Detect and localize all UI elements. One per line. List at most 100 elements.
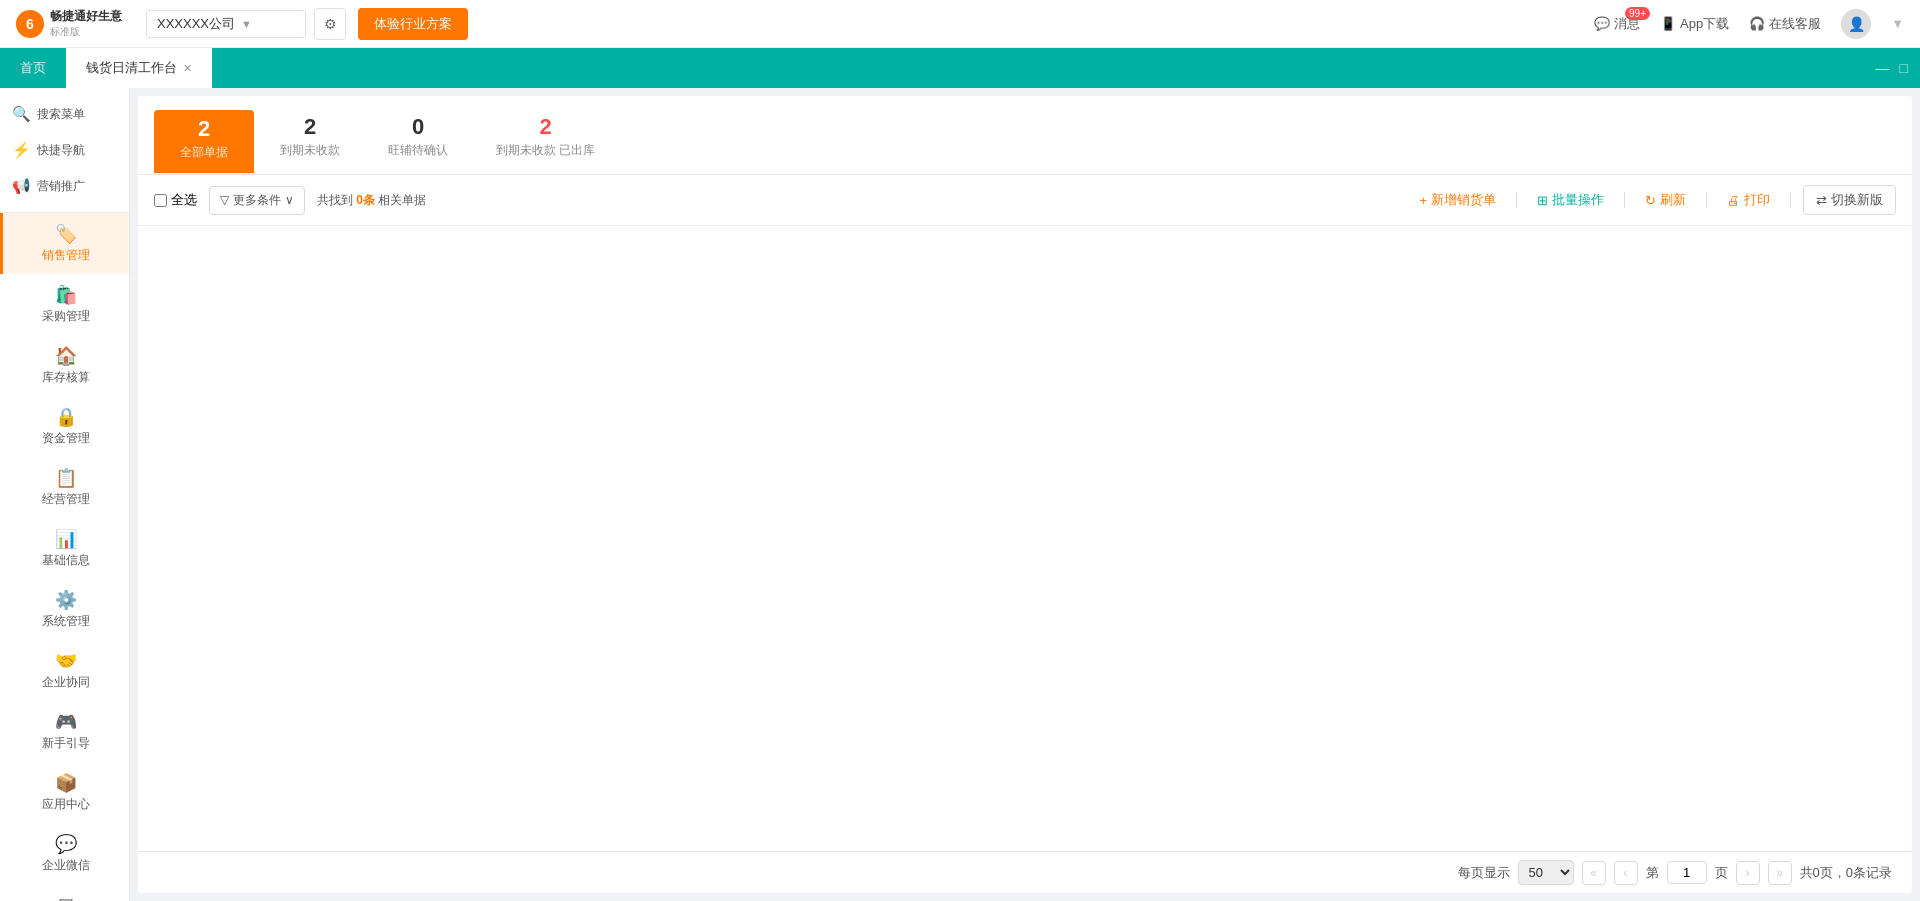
nav-tabs-bar: 首页 钱货日清工作台 ✕ — □ xyxy=(0,48,1920,88)
first-page-button[interactable]: « xyxy=(1582,861,1606,885)
switch-version-button[interactable]: ⇄ 切换新版 xyxy=(1803,185,1896,215)
app-center-icon: 📦 xyxy=(55,774,77,792)
tab-work[interactable]: 钱货日清工作台 ✕ xyxy=(66,48,212,88)
refresh-button[interactable]: ↻ 刷新 xyxy=(1637,187,1694,213)
stat-tab-all[interactable]: 2 全部单据 xyxy=(154,110,254,173)
service-icon: 🎧 xyxy=(1749,16,1765,31)
sidebar-sales-label: 销售管理 xyxy=(42,247,90,264)
last-page-button[interactable]: » xyxy=(1768,861,1792,885)
filter-arrow-icon: ∨ xyxy=(285,193,294,207)
sidebar-enterprise-label: 企业协同 xyxy=(42,674,90,691)
chevron-down-icon: ▼ xyxy=(1891,16,1904,31)
app-download-icon: 📱 xyxy=(1660,16,1676,31)
quick-nav-icon: ⚡ xyxy=(12,141,31,159)
operation-icon: 📋 xyxy=(55,469,77,487)
sidebar-search[interactable]: 🔍 搜索菜单 xyxy=(0,96,129,132)
basic-icon: 📊 xyxy=(55,530,77,548)
logo-area: 6 畅捷通好生意 标准版 xyxy=(16,8,146,39)
guide-icon: 🎮 xyxy=(55,713,77,731)
sidebar-item-basic[interactable]: 📊 基础信息 xyxy=(0,518,129,579)
prev-page-button[interactable]: ‹ xyxy=(1614,861,1638,885)
sidebar-item-sales[interactable]: 🏷️ 销售管理 xyxy=(0,213,129,274)
sidebar-operation-label: 经营管理 xyxy=(42,491,90,508)
stat-overdue-label: 到期未收款 xyxy=(280,142,340,159)
divider-3 xyxy=(1706,192,1707,208)
sidebar-item-finance[interactable]: 🔒 资金管理 xyxy=(0,396,129,457)
stat-pending-label: 旺辅待确认 xyxy=(388,142,448,159)
settings-button[interactable]: ⚙ xyxy=(314,8,346,40)
filter-icon: ▽ xyxy=(220,193,229,207)
sidebar-inventory-label: 库存核算 xyxy=(42,369,90,386)
stat-pending-num: 0 xyxy=(412,116,424,138)
content-wrapper: 2 全部单据 2 到期未收款 0 旺辅待确认 2 到期未收款 已出库 xyxy=(138,96,1912,893)
stat-tab-overdue[interactable]: 2 到期未收款 xyxy=(256,108,364,174)
print-icon: 🖨 xyxy=(1727,193,1740,208)
marketing-icon: 📢 xyxy=(12,177,31,195)
logo-icon: 6 xyxy=(16,10,44,38)
company-dropdown-arrow: ▼ xyxy=(241,18,252,30)
minimize-icon[interactable]: — xyxy=(1876,60,1890,76)
add-order-button[interactable]: + 新增销货单 xyxy=(1411,187,1504,213)
batch-operation-button[interactable]: ⊞ 批量操作 xyxy=(1529,187,1612,213)
stat-unshipped-num: 2 xyxy=(540,116,552,138)
select-all-input[interactable] xyxy=(154,194,167,207)
stat-unshipped-label: 到期未收款 已出库 xyxy=(496,142,595,159)
tab-home[interactable]: 首页 xyxy=(0,48,66,88)
switch-label: 切换新版 xyxy=(1831,191,1883,209)
sidebar-quick-nav-label: 快捷导航 xyxy=(37,142,85,159)
sidebar-item-inventory[interactable]: 🏠 库存核算 xyxy=(0,335,129,396)
sidebar-app-center-label: 应用中心 xyxy=(42,796,90,813)
search-icon: 🔍 xyxy=(12,105,31,123)
select-all-label: 全选 xyxy=(171,191,197,209)
sidebar-weixin-label: 企业微信 xyxy=(42,857,90,874)
sidebar-item-app-center[interactable]: 📦 应用中心 xyxy=(0,762,129,823)
found-prefix: 共找到 xyxy=(317,193,353,207)
next-page-button[interactable]: › xyxy=(1736,861,1760,885)
sidebar-marketing-label: 营销推广 xyxy=(37,178,85,195)
online-service-button[interactable]: 🎧 在线客服 xyxy=(1749,15,1821,33)
app-download-label: App下载 xyxy=(1680,15,1729,33)
avatar[interactable]: 👤 xyxy=(1841,9,1871,39)
user-dropdown[interactable]: ▼ xyxy=(1891,16,1904,31)
sidebar-item-weixin[interactable]: 💬 企业微信 xyxy=(0,823,129,884)
stat-tab-pending[interactable]: 0 旺辅待确认 xyxy=(364,108,472,174)
found-suffix: 相关单据 xyxy=(378,193,426,207)
sidebar-item-operation[interactable]: 📋 经营管理 xyxy=(0,457,129,518)
page-label: 第 xyxy=(1646,864,1659,882)
stat-all-label: 全部单据 xyxy=(180,144,228,161)
stats-tabs: 2 全部单据 2 到期未收款 0 旺辅待确认 2 到期未收款 已出库 xyxy=(138,96,1912,175)
company-name: XXXXXX公司 xyxy=(157,15,235,33)
sidebar-quick-nav[interactable]: ⚡ 快捷导航 xyxy=(0,132,129,168)
page-input[interactable] xyxy=(1667,861,1707,884)
trial-button[interactable]: 体验行业方案 xyxy=(358,8,468,40)
refresh-icon: ↻ xyxy=(1645,193,1656,208)
tab-work-label: 钱货日清工作台 xyxy=(86,59,177,77)
stat-tab-unshipped[interactable]: 2 到期未收款 已出库 xyxy=(472,108,619,174)
sidebar-item-purchase[interactable]: 🛍️ 采购管理 xyxy=(0,274,129,335)
app-subtitle: 标准版 xyxy=(50,25,122,39)
print-button[interactable]: 🖨 打印 xyxy=(1719,187,1778,213)
print-label: 打印 xyxy=(1744,191,1770,209)
sidebar-purchase-label: 采购管理 xyxy=(42,308,90,325)
filter-button[interactable]: ▽ 更多条件 ∨ xyxy=(209,186,305,215)
sidebar-marketing[interactable]: 📢 营销推广 xyxy=(0,168,129,204)
app-download-button[interactable]: 📱 App下载 xyxy=(1660,15,1729,33)
inventory-icon: 🏠 xyxy=(55,347,77,365)
logo-text: 畅捷通好生意 标准版 xyxy=(50,8,122,39)
nav-tabs-right: — □ xyxy=(1876,60,1920,76)
message-button[interactable]: 💬 消息 99+ xyxy=(1594,15,1640,33)
tab-home-label: 首页 xyxy=(20,59,46,77)
app-title: 畅捷通好生意 xyxy=(50,8,122,25)
sidebar-item-system[interactable]: ⚙️ 系统管理 xyxy=(0,579,129,640)
close-tab-icon[interactable]: ✕ xyxy=(183,62,192,75)
sidebar-item-guide[interactable]: 🎮 新手引导 xyxy=(0,701,129,762)
divider-1 xyxy=(1516,192,1517,208)
per-page-select[interactable]: 50 10 20 100 xyxy=(1518,860,1574,885)
select-all-checkbox[interactable]: 全选 xyxy=(154,191,197,209)
total-info: 共0页，0条记录 xyxy=(1800,864,1892,882)
maximize-icon[interactable]: □ xyxy=(1900,60,1908,76)
sidebar-search-label: 搜索菜单 xyxy=(37,106,85,123)
sidebar-item-member[interactable]: ▽ 畅会员 xyxy=(0,884,129,901)
company-selector[interactable]: XXXXXX公司 ▼ xyxy=(146,10,306,38)
sidebar-item-enterprise[interactable]: 🤝 企业协同 xyxy=(0,640,129,701)
